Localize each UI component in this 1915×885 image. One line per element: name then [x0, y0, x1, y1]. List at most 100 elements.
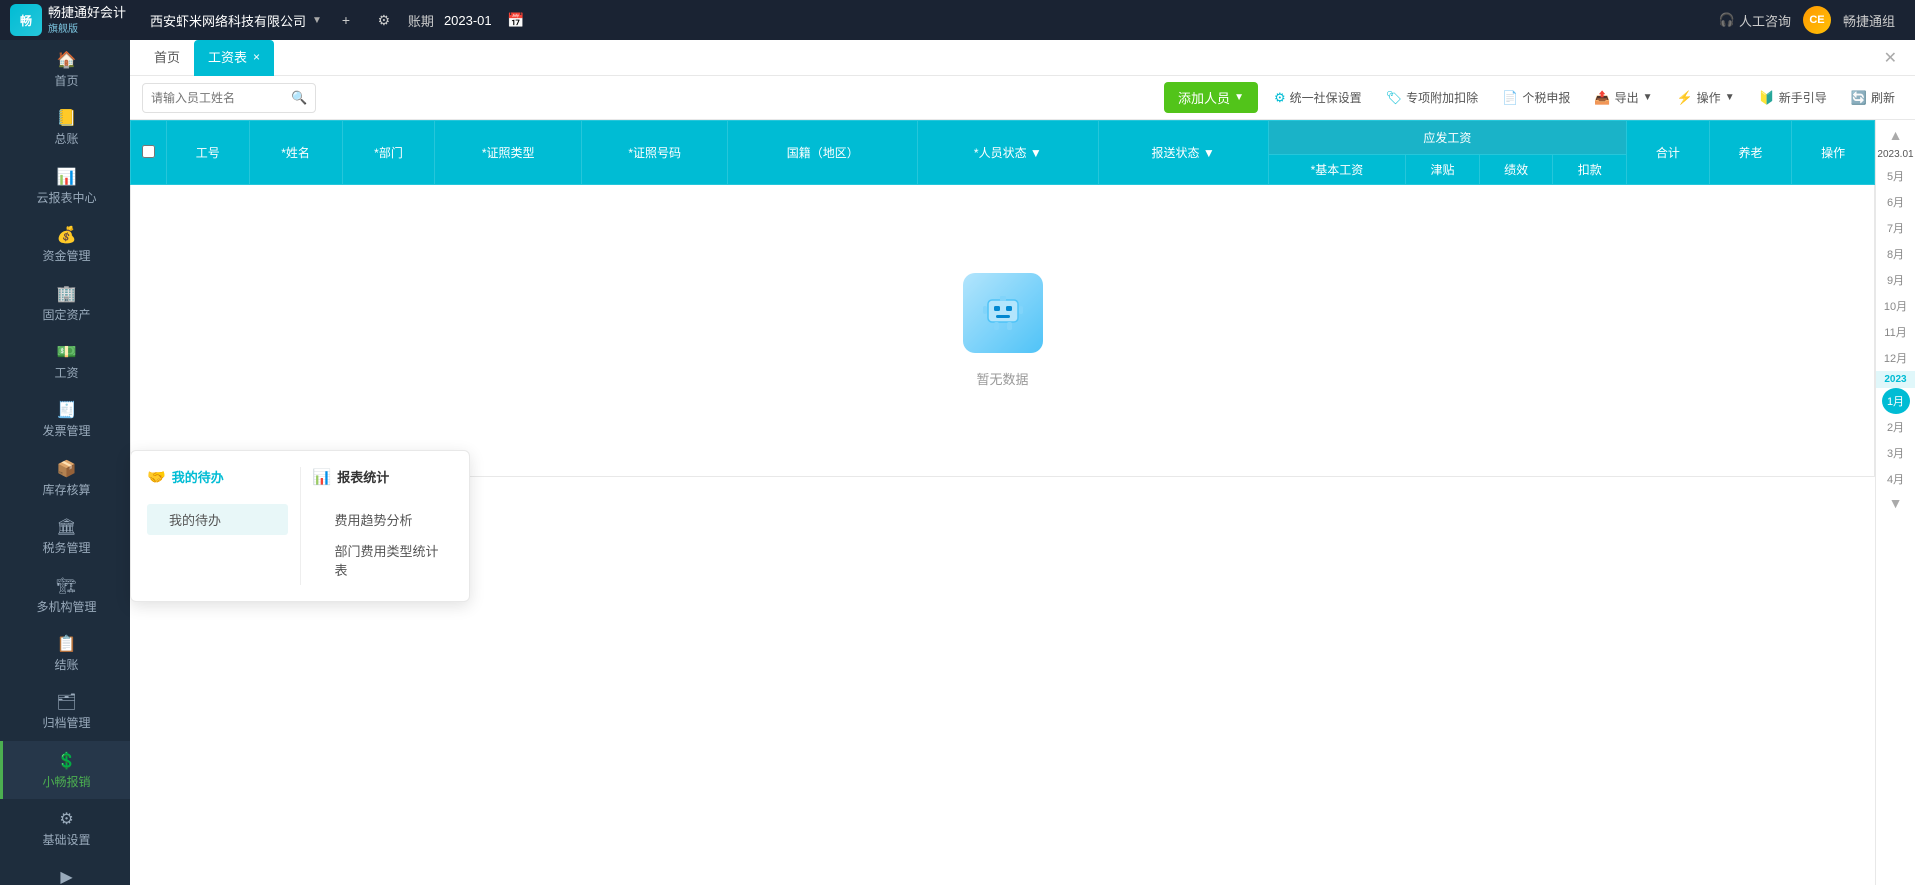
right-month-10[interactable]: 10月 [1876, 293, 1915, 319]
tab-home-label: 首页 [154, 47, 180, 66]
th-nation: 国籍（地区） [728, 121, 918, 185]
operation-chevron: ▼ [1725, 92, 1735, 103]
right-panel: ▲ 2023.01 5月 6月 7月 8月 9月 10月 11月 12月 202… [1875, 120, 1915, 885]
right-nav-down[interactable]: ▼ [1876, 492, 1915, 514]
right-month-2[interactable]: 2月 [1876, 414, 1915, 440]
salary-table: 工号 *姓名 *部门 *证照类型 *证照号码 国籍（地区） *人员状态 ▼ 报送… [130, 120, 1875, 477]
right-month-7[interactable]: 7月 [1876, 215, 1915, 241]
sidebar-label-home: 首页 [54, 74, 78, 88]
logo-area: 畅 畅捷通好会计 旗舰版 [10, 4, 140, 36]
user-name[interactable]: 畅捷通组 [1843, 11, 1895, 30]
service-icon: 🎧 [1719, 12, 1735, 28]
popup-item-my-todo[interactable]: 我的待办 [147, 504, 288, 535]
company-selector[interactable]: 西安虾米网络科技有限公司 ▼ [150, 11, 322, 30]
operation-button[interactable]: ⚡ 操作 ▼ [1668, 85, 1742, 110]
sidebar-item-settings[interactable]: ⚙ 基础设置 [0, 799, 130, 857]
user-avatar[interactable]: CE [1803, 6, 1831, 34]
sidebar-label-reports: 云报表中心 [36, 191, 96, 205]
empty-text: 暂无数据 [976, 369, 1028, 388]
sidebar-item-assets[interactable]: 🏢 固定资产 [0, 274, 130, 332]
sidebar-item-salary[interactable]: 💵 工资 [0, 332, 130, 390]
right-month-4[interactable]: 4月 [1876, 466, 1915, 492]
select-all-checkbox[interactable] [142, 145, 155, 158]
tax-return-label: 个税申报 [1522, 89, 1570, 106]
th-deduct: 扣款 [1553, 155, 1627, 185]
sidebar-label-salary: 工资 [54, 366, 78, 380]
sidebar-item-archive[interactable]: 🗂 归档管理 [0, 682, 130, 740]
settings-sidebar-icon: ⚙ [59, 809, 73, 829]
sidebar-item-xiao[interactable]: 💲 小畅报销 [0, 741, 130, 799]
popup-title-reports: 📊 报表统计 [313, 467, 454, 492]
sidebar-label-multi: 多机构管理 [36, 600, 96, 614]
robot-svg [978, 288, 1028, 338]
sidebar-item-ledger[interactable]: 📒 总账 [0, 98, 130, 156]
sidebar-item-finance[interactable]: 💰 资金管理 [0, 215, 130, 273]
calendar-icon[interactable]: 📅 [502, 6, 530, 34]
th-checkbox[interactable] [131, 121, 167, 185]
special-deduct-icon: 🏷 [1386, 90, 1403, 106]
right-month-11[interactable]: 11月 [1876, 319, 1915, 345]
export-button[interactable]: 📤 导出 ▼ [1586, 85, 1660, 110]
popup-item-expense-trend[interactable]: 费用趋势分析 [313, 504, 454, 535]
right-nav-up[interactable]: ▲ [1876, 124, 1915, 146]
company-chevron-icon: ▼ [312, 15, 322, 26]
right-month-3[interactable]: 3月 [1876, 440, 1915, 466]
sidebar-item-inventory[interactable]: 📦 库存核算 [0, 449, 130, 507]
new-guide-button[interactable]: 🔰 新手引导 [1751, 85, 1835, 110]
logo-text-block: 畅捷通好会计 旗舰版 [48, 5, 126, 36]
sidebar-item-home[interactable]: 🏠 首页 [0, 40, 130, 98]
right-month-9[interactable]: 9月 [1876, 267, 1915, 293]
add-person-button[interactable]: 添加人员 ▼ [1164, 82, 1258, 113]
popup-col-todo: 🤝 我的待办 我的待办 [147, 467, 288, 585]
export-chevron: ▼ [1643, 92, 1653, 103]
sidebar-label-ledger: 总账 [54, 132, 78, 146]
th-id-type: *证照类型 [435, 121, 582, 185]
tax-return-button[interactable]: 📄 个税申报 [1494, 85, 1578, 110]
sidebar-item-reports[interactable]: 📊 云报表中心 [0, 157, 130, 215]
finance-icon: 💰 [57, 225, 77, 245]
ledger-icon: 📒 [57, 108, 77, 128]
period-value[interactable]: 2023-01 [444, 13, 492, 28]
right-panel-current-date: 2023.01 [1875, 146, 1915, 163]
sidebar-item-guide[interactable]: ▶ 新手引导 [0, 857, 130, 885]
new-guide-label: 新手引导 [1779, 89, 1827, 106]
popup-item-dept-expense[interactable]: 部门费用类型统计表 [313, 535, 454, 585]
th-status: *人员状态 ▼ [918, 121, 1098, 185]
assets-icon: 🏢 [57, 284, 77, 304]
social-security-label: 统一社保设置 [1290, 89, 1362, 106]
special-deduct-button[interactable]: 🏷 专项附加扣除 [1378, 85, 1487, 110]
customer-service-button[interactable]: 🎧 人工咨询 [1719, 11, 1791, 30]
sidebar-item-invoice[interactable]: 🧾 发票管理 [0, 390, 130, 448]
search-wrap: 🔍 [142, 83, 316, 113]
th-name: *姓名 [249, 121, 342, 185]
add-company-button[interactable]: + [332, 6, 360, 34]
home-icon: 🏠 [57, 50, 77, 70]
refresh-button[interactable]: 🔄 刷新 [1843, 85, 1903, 110]
guide-icon: ▶ [60, 867, 72, 885]
invoice-icon: 🧾 [57, 400, 77, 420]
tab-bar: 首页 工资表 × ✕ [130, 40, 1915, 76]
th-id-no: *证照号码 [581, 121, 728, 185]
right-month-5[interactable]: 5月 [1876, 163, 1915, 189]
tab-close-salary[interactable]: × [253, 50, 260, 64]
popup-section: 🤝 我的待办 我的待办 📊 报表统计 费用趋势分析 部门费用类型统计表 [147, 467, 453, 585]
right-month-12[interactable]: 12月 [1876, 345, 1915, 371]
sidebar-item-closing[interactable]: 📋 结账 [0, 624, 130, 682]
refresh-label: 刷新 [1871, 89, 1895, 106]
sidebar-item-multi[interactable]: 🏗 多机构管理 [0, 566, 130, 624]
sidebar-item-tax[interactable]: 🏛 税务管理 [0, 507, 130, 565]
search-icon: 🔍 [291, 90, 307, 106]
th-report: 报送状态 ▼ [1098, 121, 1268, 185]
tab-home[interactable]: 首页 [140, 40, 194, 76]
social-security-button[interactable]: ⚙ 统一社保设置 [1266, 85, 1370, 110]
search-input[interactable] [151, 91, 291, 105]
tab-bar-close-button[interactable]: ✕ [1876, 48, 1905, 68]
right-month-8[interactable]: 8月 [1876, 241, 1915, 267]
tab-salary-label: 工资表 [208, 47, 247, 66]
settings-icon[interactable]: ⚙ [370, 6, 398, 34]
social-security-icon: ⚙ [1274, 90, 1286, 106]
tab-salary[interactable]: 工资表 × [194, 40, 274, 76]
right-month-6[interactable]: 6月 [1876, 189, 1915, 215]
right-month-1[interactable]: 1月 [1882, 388, 1910, 414]
app-edition: 旗舰版 [48, 20, 126, 35]
